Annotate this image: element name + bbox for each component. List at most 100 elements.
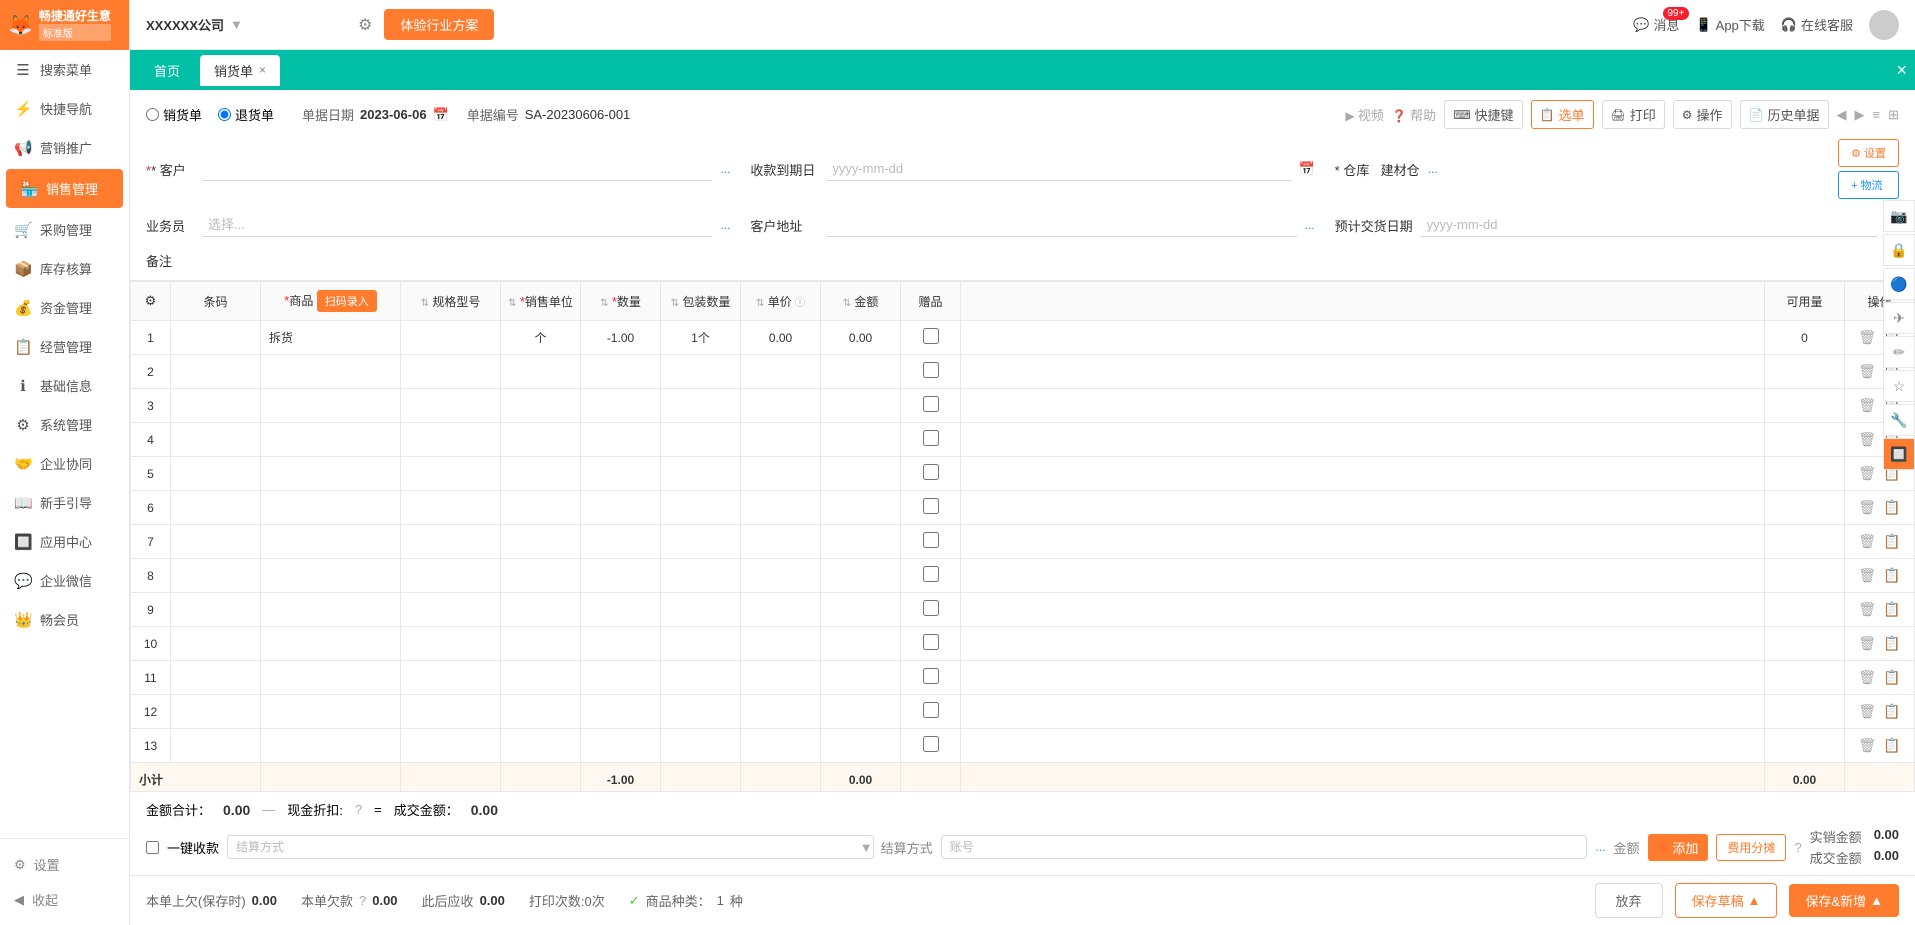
sidebar-item-search[interactable]: ☰ 搜索菜单 xyxy=(0,50,129,89)
row-pkgqty[interactable] xyxy=(661,389,741,423)
row-pkgqty[interactable] xyxy=(661,729,741,763)
sidebar-item-app-center[interactable]: 🔲 应用中心 xyxy=(0,522,129,561)
gift-checkbox[interactable] xyxy=(923,464,939,480)
gift-checkbox[interactable] xyxy=(923,600,939,616)
row-unit[interactable] xyxy=(501,423,581,457)
copy-row-btn[interactable]: 📋 xyxy=(1881,565,1902,586)
next-icon[interactable]: ▶ xyxy=(1855,107,1865,123)
float-lock-btn[interactable]: 🔒 xyxy=(1883,234,1915,266)
total-balance-question-icon[interactable]: ? xyxy=(359,893,366,908)
setup-btn[interactable]: ⚙ 设置 xyxy=(1838,139,1899,167)
sidebar-settings-btn[interactable]: ⚙ 设置 xyxy=(0,847,129,882)
save-new-btn[interactable]: 保存&新增 ▲ xyxy=(1789,884,1899,917)
select-order-btn[interactable]: 📋 选单 xyxy=(1531,100,1594,129)
gift-checkbox[interactable] xyxy=(923,498,939,514)
sidebar-item-member[interactable]: 👑 畅会员 xyxy=(0,600,129,639)
row-price[interactable] xyxy=(741,627,821,661)
delete-row-btn[interactable]: 🗑 xyxy=(1856,463,1878,484)
list-view-icon[interactable]: ≡ xyxy=(1873,107,1881,122)
delivery-date-input[interactable] xyxy=(1421,213,1877,237)
row-qty[interactable] xyxy=(581,525,661,559)
row-barcode[interactable] xyxy=(171,661,261,695)
sidebar-item-inventory[interactable]: 📦 库存核算 xyxy=(0,249,129,288)
row-pkgqty[interactable] xyxy=(661,525,741,559)
row-unit[interactable] xyxy=(501,457,581,491)
row-goods[interactable] xyxy=(261,593,401,627)
customer-address-input[interactable] xyxy=(826,213,1296,237)
row-gift[interactable] xyxy=(901,627,961,661)
online-service-btn[interactable]: 🎧 在线客服 xyxy=(1781,15,1853,34)
row-qty[interactable] xyxy=(581,729,661,763)
calendar-icon[interactable]: 📅 xyxy=(433,107,449,123)
row-unit[interactable] xyxy=(501,729,581,763)
row-unit[interactable] xyxy=(501,593,581,627)
float-orange-btn[interactable]: 🔲 xyxy=(1883,438,1915,470)
gift-checkbox[interactable] xyxy=(923,362,939,378)
payment-help-icon[interactable]: ? xyxy=(1794,840,1801,855)
row-gift[interactable] xyxy=(901,321,961,355)
delete-row-btn[interactable]: 🗑 xyxy=(1856,429,1878,450)
gift-checkbox[interactable] xyxy=(923,668,939,684)
row-barcode[interactable] xyxy=(171,695,261,729)
row-unit[interactable] xyxy=(501,525,581,559)
row-barcode[interactable] xyxy=(171,355,261,389)
delete-row-btn[interactable]: 🗑 xyxy=(1856,701,1878,722)
float-circle-btn[interactable]: 🔵 xyxy=(1883,268,1915,300)
delete-row-btn[interactable]: 🗑 xyxy=(1856,531,1878,552)
row-price[interactable] xyxy=(741,593,821,627)
row-barcode[interactable] xyxy=(171,491,261,525)
row-qty[interactable] xyxy=(581,695,661,729)
sidebar-item-finance[interactable]: 💰 资金管理 xyxy=(0,288,129,327)
row-gift[interactable] xyxy=(901,423,961,457)
row-qty[interactable] xyxy=(581,355,661,389)
copy-row-btn[interactable]: 📋 xyxy=(1881,497,1902,518)
sidebar-item-wechat[interactable]: 💬 企业微信 xyxy=(0,561,129,600)
float-plane-btn[interactable]: ✈ xyxy=(1883,302,1915,334)
sidebar-item-management[interactable]: 📋 经营管理 xyxy=(0,327,129,366)
question-icon[interactable]: ? xyxy=(355,802,362,817)
row-pkgqty[interactable] xyxy=(661,355,741,389)
warehouse-ellipsis-btn[interactable]: ... xyxy=(1428,162,1438,176)
tab-bar-close-btn[interactable]: × xyxy=(1896,60,1907,81)
row-unit[interactable] xyxy=(501,355,581,389)
row-gift[interactable] xyxy=(901,661,961,695)
row-unit[interactable] xyxy=(501,491,581,525)
settlement-input[interactable] xyxy=(227,835,874,859)
row-pkgqty[interactable] xyxy=(661,695,741,729)
help-btn[interactable]: ❓ 帮助 xyxy=(1392,105,1436,124)
row-barcode[interactable] xyxy=(171,457,261,491)
save-draft-btn[interactable]: 保存草稿 ▲ xyxy=(1675,883,1778,918)
sidebar-item-marketing[interactable]: 📢 营销推广 xyxy=(0,128,129,167)
row-goods[interactable] xyxy=(261,695,401,729)
delete-row-btn[interactable]: 🗑 xyxy=(1856,565,1878,586)
account-input[interactable] xyxy=(941,835,1588,859)
row-qty[interactable] xyxy=(581,593,661,627)
gift-checkbox[interactable] xyxy=(923,634,939,650)
sidebar-item-collaboration[interactable]: 🤝 企业协同 xyxy=(0,444,129,483)
row-gift[interactable] xyxy=(901,559,961,593)
operations-btn[interactable]: ⚙ 操作 xyxy=(1673,100,1732,129)
row-pkgqty[interactable] xyxy=(661,559,741,593)
company-selector[interactable]: XXXXXX公司 ▼ xyxy=(146,15,346,34)
gift-checkbox[interactable] xyxy=(923,532,939,548)
row-goods[interactable] xyxy=(261,627,401,661)
row-price[interactable] xyxy=(741,695,821,729)
address-ellipsis-btn[interactable]: ... xyxy=(1305,218,1315,232)
gift-checkbox[interactable] xyxy=(923,566,939,582)
row-pkgqty[interactable] xyxy=(661,627,741,661)
float-star-btn[interactable]: ☆ xyxy=(1883,370,1915,402)
row-spec[interactable] xyxy=(401,593,501,627)
copy-row-btn[interactable]: 📋 xyxy=(1881,633,1902,654)
scan-btn[interactable]: 扫码录入 xyxy=(317,290,377,312)
add-payment-btn[interactable]: ⊕ 添加 xyxy=(1648,834,1709,861)
row-barcode[interactable] xyxy=(171,593,261,627)
row-spec[interactable] xyxy=(401,321,501,355)
copy-row-btn[interactable]: 📋 xyxy=(1881,531,1902,552)
row-goods[interactable] xyxy=(261,729,401,763)
payment-calendar-icon[interactable]: 📅 xyxy=(1298,161,1314,177)
row-price[interactable] xyxy=(741,491,821,525)
gift-checkbox[interactable] xyxy=(923,702,939,718)
table-settings-icon[interactable]: ⚙ xyxy=(145,293,157,308)
copy-row-btn[interactable]: 📋 xyxy=(1881,735,1902,756)
row-qty[interactable] xyxy=(581,389,661,423)
